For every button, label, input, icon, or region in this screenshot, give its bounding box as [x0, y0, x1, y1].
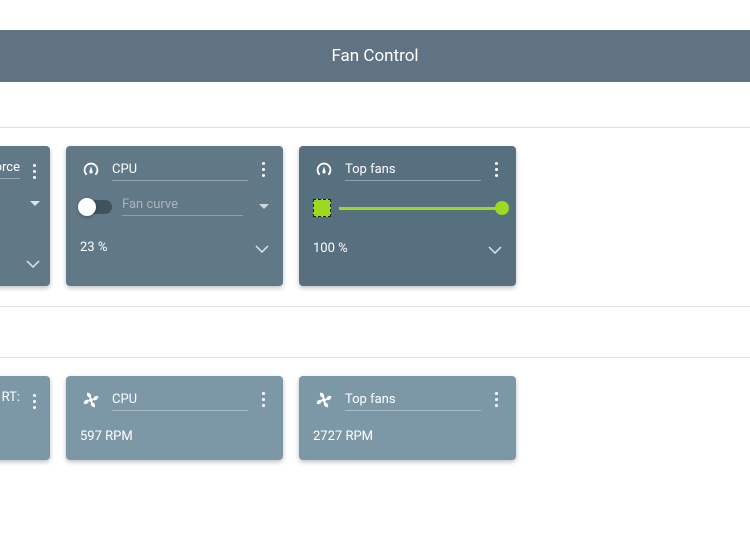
percent-value: 100 %	[313, 241, 348, 256]
slider-thumb[interactable]	[495, 201, 509, 215]
dropdown-arrow-icon[interactable]	[259, 204, 269, 210]
card-title: Top fans	[345, 162, 396, 177]
fan-control-row: orce CPU Fan curve	[0, 127, 750, 307]
card-title-field[interactable]: Top fans	[345, 388, 481, 411]
partial-card-label: e RT:	[0, 390, 20, 405]
fan-icon	[313, 389, 335, 411]
fan-curve-select[interactable]: Fan curve	[122, 197, 243, 216]
app-header: Fan Control	[0, 30, 750, 82]
control-card-partial: orce	[0, 146, 50, 286]
card-title: CPU	[112, 162, 137, 177]
speed-slider[interactable]	[339, 207, 502, 210]
card-title: CPU	[112, 392, 137, 407]
more-icon[interactable]	[29, 390, 40, 413]
more-icon[interactable]	[491, 388, 502, 411]
chevron-down-icon[interactable]	[26, 253, 40, 272]
curve-toggle[interactable]	[80, 200, 112, 214]
app-title: Fan Control	[331, 46, 418, 66]
card-title-field[interactable]: CPU	[112, 158, 248, 181]
dropdown-arrow-icon[interactable]	[30, 201, 40, 207]
more-icon[interactable]	[491, 158, 502, 181]
more-icon[interactable]	[258, 388, 269, 411]
more-icon[interactable]	[29, 160, 40, 183]
control-card-cpu: CPU Fan curve 23 %	[66, 146, 283, 286]
control-card-topfans: Top fans 100 %	[299, 146, 516, 286]
card-title: Top fans	[345, 392, 396, 407]
percent-value: 23 %	[80, 240, 107, 255]
fan-speed-row: e RT: CPU 597 RPM Top fans 2727 RPM	[0, 357, 750, 480]
speed-card-partial: e RT:	[0, 376, 50, 460]
speed-card-topfans: Top fans 2727 RPM	[299, 376, 516, 460]
card-title-field[interactable]: CPU	[112, 388, 248, 411]
rpm-value: 597 RPM	[80, 429, 269, 444]
chevron-down-icon[interactable]	[255, 238, 269, 257]
slider-enable-checkbox[interactable]	[313, 199, 331, 217]
gauge-icon	[313, 159, 335, 181]
partial-card-label: orce	[0, 160, 20, 175]
more-icon[interactable]	[258, 158, 269, 181]
speed-card-cpu: CPU 597 RPM	[66, 376, 283, 460]
fan-icon	[80, 389, 102, 411]
chevron-down-icon[interactable]	[488, 239, 502, 258]
card-title-field[interactable]: Top fans	[345, 158, 481, 181]
rpm-value: 2727 RPM	[313, 429, 502, 444]
gauge-icon	[80, 159, 102, 181]
